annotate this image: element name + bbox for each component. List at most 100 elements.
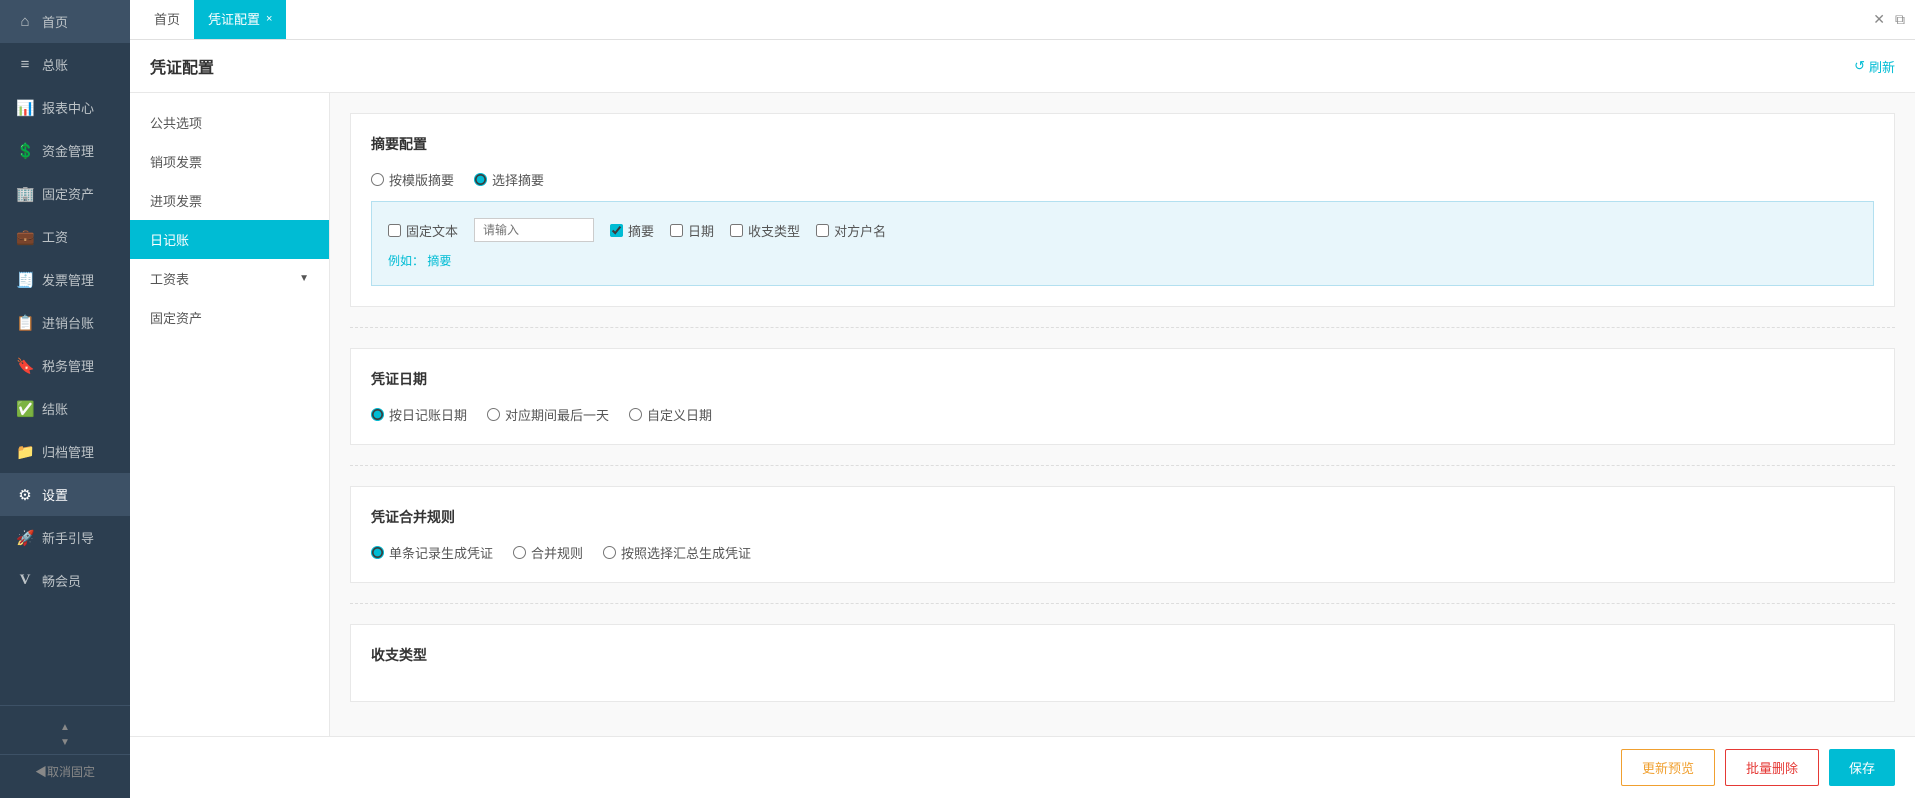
fixed-text-input[interactable] [474,218,594,242]
merge-rules-title: 凭证合并规则 [371,507,1874,527]
income-type-checkbox[interactable] [730,224,743,237]
update-preview-button[interactable]: 更新预览 [1621,749,1715,786]
by-journal-radio[interactable] [371,408,384,421]
date-custom[interactable]: 自定义日期 [629,405,712,424]
voucher-date-group: 按日记账日期 对应期间最后一天 自定义日期 [371,405,1874,424]
date-last-day[interactable]: 对应期间最后一天 [487,405,609,424]
sidebar-item-settings[interactable]: ⚙ 设置 [0,473,130,516]
date-by-journal[interactable]: 按日记账日期 [371,405,467,424]
fixed-text-checkbox[interactable] [388,224,401,237]
save-button[interactable]: 保存 [1829,749,1895,786]
custom-date-radio[interactable] [629,408,642,421]
sidebar-item-tax[interactable]: 🔖 税务管理 [0,344,130,387]
merge-single-record[interactable]: 单条记录生成凭证 [371,543,493,562]
divider-1 [350,327,1895,328]
summary-select-radio[interactable] [474,173,487,186]
nav-item-fixed-assets[interactable]: 固定资产 [130,298,329,337]
last-day-radio[interactable] [487,408,500,421]
field-summary[interactable]: 摘要 [610,221,654,240]
scroll-down-arrow[interactable]: ▼ [60,737,70,748]
funds-icon: 💲 [16,142,34,160]
merge-by-selection[interactable]: 按照选择汇总生成凭证 [603,543,751,562]
tax-icon: 🔖 [16,357,34,375]
page-title: 凭证配置 [150,54,214,78]
sidebar-item-vip[interactable]: V 畅会员 [0,559,130,602]
voucher-date-section: 凭证日期 按日记账日期 对应期间最后一天 自定义日期 [350,348,1895,445]
right-content: 摘要配置 按模版摘要 选择摘要 [330,93,1915,736]
merge-rules-group: 单条记录生成凭证 合并规则 按照选择汇总生成凭证 [371,543,1874,562]
merge-rules-section: 凭证合并规则 单条记录生成凭证 合并规则 按照选择汇总生成凭证 [350,486,1895,583]
sidebar-item-invoice[interactable]: 🧾 发票管理 [0,258,130,301]
sidebar-item-ledger[interactable]: ≡ 总账 [0,43,130,86]
nav-item-journal[interactable]: 日记账 [130,220,329,259]
sidebar: ⌂ 首页 ≡ 总账 📊 报表中心 💲 资金管理 🏢 固定资产 💼 工资 🧾 发票… [0,0,130,798]
divider-2 [350,465,1895,466]
sales-icon: 📋 [16,314,34,332]
income-type-section: 收支类型 [350,624,1895,702]
counterparty-checkbox[interactable] [816,224,829,237]
sidebar-item-archive[interactable]: 📁 归档管理 [0,430,130,473]
unpin-bar[interactable]: ◀取消固定 [0,754,130,788]
summary-preview: 例如： 摘要 [388,252,1857,269]
sidebar-item-guide[interactable]: 🚀 新手引导 [0,516,130,559]
summary-mode-group: 按模版摘要 选择摘要 [371,170,1874,189]
sidebar-scroll: ▲ ▼ [0,716,130,754]
tab-voucher-config[interactable]: 凭证配置 × [194,0,286,39]
voucher-date-title: 凭证日期 [371,369,1874,389]
merge-rule-radio[interactable] [513,546,526,559]
field-fixed-text[interactable]: 固定文本 [388,221,458,240]
ledger-icon: ≡ [16,56,34,73]
expand-icon: ▼ [299,273,309,284]
left-nav: 公共选项 销项发票 进项发票 日记账 工资表 ▼ 固定资产 [130,93,330,736]
sidebar-item-reports[interactable]: 📊 报表中心 [0,86,130,129]
invoice-icon: 🧾 [16,271,34,289]
divider-3 [350,603,1895,604]
tab-home[interactable]: 首页 [140,0,194,39]
sidebar-item-assets[interactable]: 🏢 固定资产 [0,172,130,215]
scroll-up-arrow[interactable]: ▲ [60,722,70,733]
tab-bar-actions: ✕ ⧉ [1873,11,1905,28]
sidebar-item-payroll[interactable]: 💼 工资 [0,215,130,258]
main-area: 首页 凭证配置 × ✕ ⧉ 凭证配置 ↺ 刷新 公共选项 [130,0,1915,798]
settings-icon: ⚙ [16,486,34,504]
single-record-radio[interactable] [371,546,384,559]
field-date[interactable]: 日期 [670,221,714,240]
summary-config-box: 固定文本 摘要 日期 [371,201,1874,286]
batch-delete-button[interactable]: 批量删除 [1725,749,1819,786]
summary-template-radio[interactable] [371,173,384,186]
income-type-title: 收支类型 [371,645,1874,665]
field-counterparty[interactable]: 对方户名 [816,221,886,240]
sidebar-item-settlement[interactable]: ✅ 结账 [0,387,130,430]
field-income-type[interactable]: 收支类型 [730,221,800,240]
nav-item-payroll-table[interactable]: 工资表 ▼ [130,259,329,298]
home-icon: ⌂ [16,13,34,30]
nav-item-purchase-invoice[interactable]: 进项发票 [130,181,329,220]
summary-checkbox[interactable] [610,224,623,237]
window-restore-icon[interactable]: ⧉ [1895,11,1905,28]
summary-section: 摘要配置 按模版摘要 选择摘要 [350,113,1895,307]
summary-mode-select[interactable]: 选择摘要 [474,170,544,189]
settlement-icon: ✅ [16,400,34,418]
sidebar-item-sales[interactable]: 📋 进销台账 [0,301,130,344]
page-content: 凭证配置 ↺ 刷新 公共选项 销项发票 进项发票 日记账 [130,40,1915,798]
nav-item-sales-invoice[interactable]: 销项发票 [130,142,329,181]
tab-close-icon[interactable]: × [266,13,272,25]
window-close-icon[interactable]: ✕ [1873,11,1885,28]
body-layout: 公共选项 销项发票 进项发票 日记账 工资表 ▼ 固定资产 [130,93,1915,736]
guide-icon: 🚀 [16,529,34,547]
assets-icon: 🏢 [16,185,34,203]
nav-item-public[interactable]: 公共选项 [130,103,329,142]
refresh-button[interactable]: ↺ 刷新 [1854,57,1895,76]
merge-rule-option[interactable]: 合并规则 [513,543,583,562]
reports-icon: 📊 [16,99,34,117]
summary-mode-template[interactable]: 按模版摘要 [371,170,454,189]
sidebar-item-home[interactable]: ⌂ 首页 [0,0,130,43]
vip-icon: V [16,572,34,589]
date-checkbox[interactable] [670,224,683,237]
sidebar-item-funds[interactable]: 💲 资金管理 [0,129,130,172]
by-selection-radio[interactable] [603,546,616,559]
summary-title: 摘要配置 [371,134,1874,154]
refresh-icon: ↺ [1854,58,1865,74]
sidebar-bottom: ▲ ▼ ◀取消固定 [0,705,130,798]
page-header: 凭证配置 ↺ 刷新 [130,40,1915,93]
